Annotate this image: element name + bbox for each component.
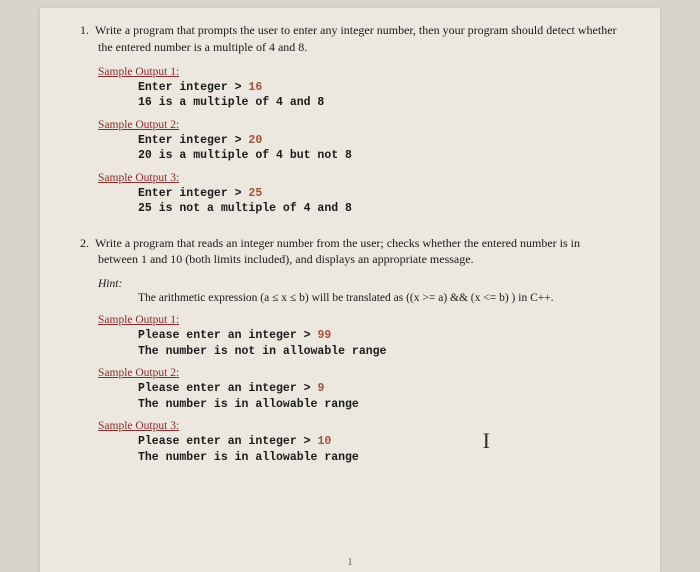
sample-prompt-line: Please enter an integer > 9 bbox=[138, 381, 620, 397]
sample-label: Sample Output 1: bbox=[98, 314, 620, 326]
sample-prompt-line: Please enter an integer > 99 bbox=[138, 328, 620, 344]
user-input: 99 bbox=[317, 329, 331, 342]
problem-body: Write a program that prompts the user to… bbox=[95, 23, 617, 54]
sample-result-line: The number is in allowable range bbox=[138, 450, 620, 466]
sample-prompt-line: Please enter an integer > 10 bbox=[138, 434, 620, 450]
sample-label: Sample Output 2: bbox=[98, 367, 620, 379]
sample-label: Sample Output 3: bbox=[98, 420, 620, 432]
problem-2: 2. Write a program that reads an integer… bbox=[80, 235, 620, 466]
sample-result-line: The number is not in allowable range bbox=[138, 344, 620, 360]
problem-body: Write a program that reads an integer nu… bbox=[95, 236, 580, 267]
sample-label: Sample Output 1: bbox=[98, 66, 620, 78]
text-cursor-icon: I bbox=[483, 428, 490, 454]
sample-result-line: The number is in allowable range bbox=[138, 397, 620, 413]
document-page: 1. Write a program that prompts the user… bbox=[40, 8, 660, 572]
sample-result-line: 16 is a multiple of 4 and 8 bbox=[138, 95, 620, 111]
user-input: 20 bbox=[248, 134, 262, 147]
user-input: 25 bbox=[248, 187, 262, 200]
hint-body: The arithmetic expression (a ≤ x ≤ b) wi… bbox=[138, 290, 620, 306]
user-input: 16 bbox=[248, 81, 262, 94]
sample-result-line: 25 is not a multiple of 4 and 8 bbox=[138, 201, 620, 217]
sample-prompt-line: Enter integer > 16 bbox=[138, 80, 620, 96]
problem-1-text: 1. Write a program that prompts the user… bbox=[80, 22, 620, 56]
problem-number: 2. bbox=[80, 236, 89, 250]
problem-1: 1. Write a program that prompts the user… bbox=[80, 22, 620, 217]
sample-prompt-line: Enter integer > 20 bbox=[138, 133, 620, 149]
sample-result-line: 20 is a multiple of 4 but not 8 bbox=[138, 148, 620, 164]
sample-label: Sample Output 3: bbox=[98, 172, 620, 184]
problem-2-text: 2. Write a program that reads an integer… bbox=[80, 235, 620, 269]
user-input: 10 bbox=[317, 435, 331, 448]
hint-label: Hint: bbox=[98, 278, 620, 290]
user-input: 9 bbox=[317, 382, 324, 395]
problem-number: 1. bbox=[80, 23, 89, 37]
sample-label: Sample Output 2: bbox=[98, 119, 620, 131]
sample-prompt-line: Enter integer > 25 bbox=[138, 186, 620, 202]
